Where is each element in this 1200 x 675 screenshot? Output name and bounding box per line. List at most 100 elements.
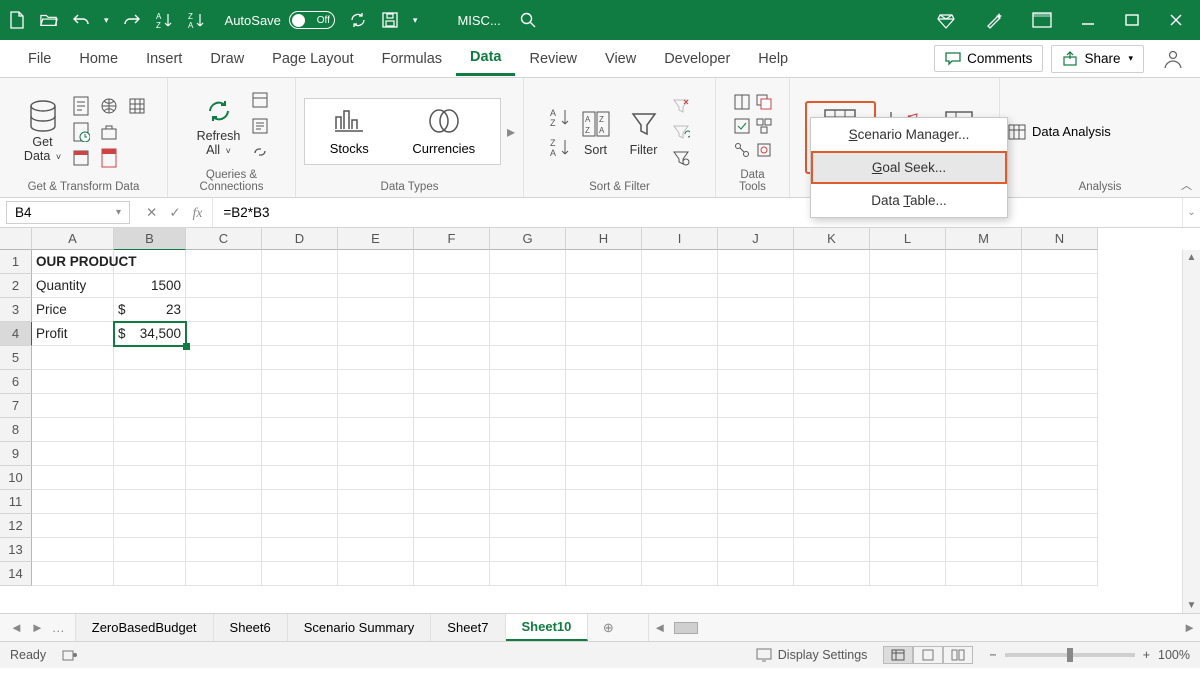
cell-k13[interactable] xyxy=(794,538,870,562)
cell-k5[interactable] xyxy=(794,346,870,370)
cell-k9[interactable] xyxy=(794,442,870,466)
cell-e10[interactable] xyxy=(338,466,414,490)
cell-l7[interactable] xyxy=(870,394,946,418)
cell-h7[interactable] xyxy=(566,394,642,418)
cell-g8[interactable] xyxy=(490,418,566,442)
cell-h8[interactable] xyxy=(566,418,642,442)
cell-h9[interactable] xyxy=(566,442,642,466)
recent-sources-icon[interactable] xyxy=(71,122,91,142)
cell-j1[interactable] xyxy=(718,250,794,274)
zoom-out-icon[interactable]: − xyxy=(989,648,996,662)
cell-n10[interactable] xyxy=(1022,466,1098,490)
close-icon[interactable] xyxy=(1168,12,1184,28)
tab-help[interactable]: Help xyxy=(744,43,802,75)
cell-k8[interactable] xyxy=(794,418,870,442)
cell-a5[interactable] xyxy=(32,346,114,370)
sheet-tab-scenario-summary[interactable]: Scenario Summary xyxy=(288,614,432,641)
cell-k4[interactable] xyxy=(794,322,870,346)
cell-f6[interactable] xyxy=(414,370,490,394)
cell-a13[interactable] xyxy=(32,538,114,562)
save-icon[interactable] xyxy=(381,11,399,29)
row-header-11[interactable]: 11 xyxy=(0,490,32,514)
cell-i8[interactable] xyxy=(642,418,718,442)
cell-h5[interactable] xyxy=(566,346,642,370)
cell-h14[interactable] xyxy=(566,562,642,586)
cell-d10[interactable] xyxy=(262,466,338,490)
tab-data[interactable]: Data xyxy=(456,41,515,76)
menu-scenario-manager[interactable]: SScenario Manager...cenario Manager... xyxy=(811,118,1007,151)
cell-e5[interactable] xyxy=(338,346,414,370)
diamond-icon[interactable] xyxy=(936,10,956,30)
cell-a8[interactable] xyxy=(32,418,114,442)
cell-b10[interactable] xyxy=(114,466,186,490)
cell-c8[interactable] xyxy=(186,418,262,442)
cell-j9[interactable] xyxy=(718,442,794,466)
col-header-g[interactable]: G xyxy=(490,228,566,250)
col-header-d[interactable]: D xyxy=(262,228,338,250)
properties-icon[interactable] xyxy=(250,116,270,136)
zoom-in-icon[interactable]: + xyxy=(1143,648,1150,662)
cell-f7[interactable] xyxy=(414,394,490,418)
cell-b12[interactable] xyxy=(114,514,186,538)
cell-d8[interactable] xyxy=(262,418,338,442)
filter-button[interactable]: Filter xyxy=(623,105,665,159)
ribbon-display-icon[interactable] xyxy=(1032,12,1052,28)
cell-i4[interactable] xyxy=(642,322,718,346)
menu-data-table[interactable]: Data Table...Data Table... xyxy=(811,184,1007,217)
cell-k12[interactable] xyxy=(794,514,870,538)
cell-l9[interactable] xyxy=(870,442,946,466)
name-box-dropdown-icon[interactable]: ▾ xyxy=(116,207,121,218)
col-header-b[interactable]: B xyxy=(114,228,186,250)
fx-icon[interactable]: fx xyxy=(193,205,203,221)
tab-draw[interactable]: Draw xyxy=(196,43,258,75)
tab-developer[interactable]: Developer xyxy=(650,43,744,75)
accept-formula-icon[interactable]: ✓ xyxy=(169,205,180,221)
cell-g6[interactable] xyxy=(490,370,566,394)
cell-h11[interactable] xyxy=(566,490,642,514)
tab-file[interactable]: File xyxy=(14,43,65,75)
cell-f14[interactable] xyxy=(414,562,490,586)
cell-m6[interactable] xyxy=(946,370,1022,394)
col-header-h[interactable]: H xyxy=(566,228,642,250)
cell-f11[interactable] xyxy=(414,490,490,514)
cell-l8[interactable] xyxy=(870,418,946,442)
sort-asc-icon[interactable]: AZ xyxy=(155,11,173,29)
cell-i6[interactable] xyxy=(642,370,718,394)
cell-g11[interactable] xyxy=(490,490,566,514)
cell-c7[interactable] xyxy=(186,394,262,418)
cell-g1[interactable] xyxy=(490,250,566,274)
cell-d9[interactable] xyxy=(262,442,338,466)
tab-page-layout[interactable]: Page Layout xyxy=(258,43,367,75)
cell-i9[interactable] xyxy=(642,442,718,466)
cell-n6[interactable] xyxy=(1022,370,1098,394)
cell-d4[interactable] xyxy=(262,322,338,346)
cell-n8[interactable] xyxy=(1022,418,1098,442)
col-header-j[interactable]: J xyxy=(718,228,794,250)
cell-k14[interactable] xyxy=(794,562,870,586)
cell-n2[interactable] xyxy=(1022,274,1098,298)
cell-k1[interactable] xyxy=(794,250,870,274)
data-model-icon[interactable] xyxy=(756,142,772,158)
cell-i1[interactable] xyxy=(642,250,718,274)
cell-h10[interactable] xyxy=(566,466,642,490)
cell-k10[interactable] xyxy=(794,466,870,490)
cell-c11[interactable] xyxy=(186,490,262,514)
share-button[interactable]: Share ▾ xyxy=(1051,45,1144,73)
tab-home[interactable]: Home xyxy=(65,43,132,75)
cell-d3[interactable] xyxy=(262,298,338,322)
tab-view[interactable]: View xyxy=(591,43,650,75)
cell-k2[interactable] xyxy=(794,274,870,298)
row-header-13[interactable]: 13 xyxy=(0,538,32,562)
cell-b5[interactable] xyxy=(114,346,186,370)
cell-k11[interactable] xyxy=(794,490,870,514)
cell-n12[interactable] xyxy=(1022,514,1098,538)
select-all-corner[interactable] xyxy=(0,228,32,250)
cell-a10[interactable] xyxy=(32,466,114,490)
tab-review[interactable]: Review xyxy=(515,43,591,75)
data-validation-icon[interactable] xyxy=(734,118,750,134)
cell-c9[interactable] xyxy=(186,442,262,466)
from-text-icon[interactable] xyxy=(71,96,91,116)
sort-az-icon[interactable]: AZ xyxy=(549,107,569,127)
cancel-formula-icon[interactable]: ✕ xyxy=(146,205,157,221)
cell-g9[interactable] xyxy=(490,442,566,466)
